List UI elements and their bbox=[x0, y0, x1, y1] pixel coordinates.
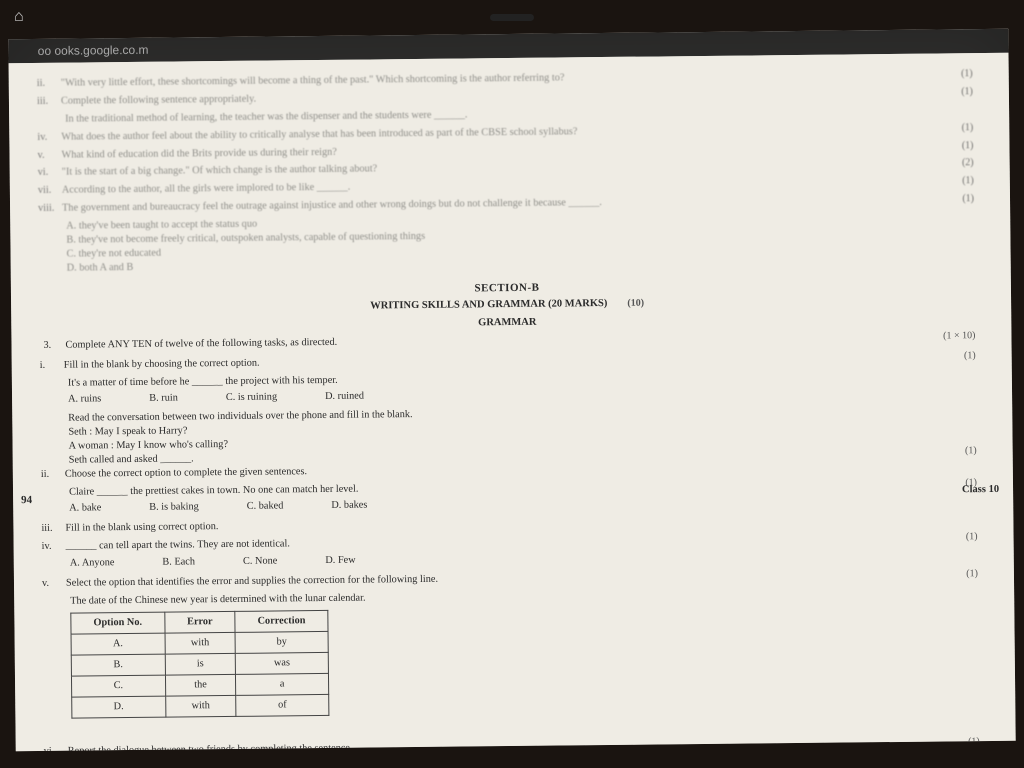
table-row: B.iswas bbox=[71, 652, 328, 676]
phone-sensor bbox=[490, 14, 534, 21]
error-correction-table: Option No.ErrorCorrection A.withby B.isw… bbox=[70, 610, 329, 718]
home-icon[interactable]: ⌂ bbox=[14, 8, 24, 26]
question-vi: vi.Report the dialogue between two frien… bbox=[44, 735, 980, 752]
page-content: ii."With very little effort, these short… bbox=[9, 53, 1016, 751]
table-row: D.withof bbox=[72, 694, 329, 718]
table-row: C.thea bbox=[71, 673, 328, 697]
device-frame: ⌂ oo ooks.google.co.m ii."With very litt… bbox=[0, 0, 1024, 768]
page-number-right: Class 10 bbox=[962, 483, 999, 498]
url-text: oo ooks.google.co.m bbox=[38, 43, 149, 58]
top-passage: ii."With very little effort, these short… bbox=[37, 67, 975, 275]
screen: oo ooks.google.co.m ii."With very little… bbox=[8, 29, 1015, 751]
table-row: A.withby bbox=[71, 631, 328, 655]
page-number-left: 94 bbox=[21, 493, 32, 508]
status-spacer bbox=[18, 44, 21, 58]
